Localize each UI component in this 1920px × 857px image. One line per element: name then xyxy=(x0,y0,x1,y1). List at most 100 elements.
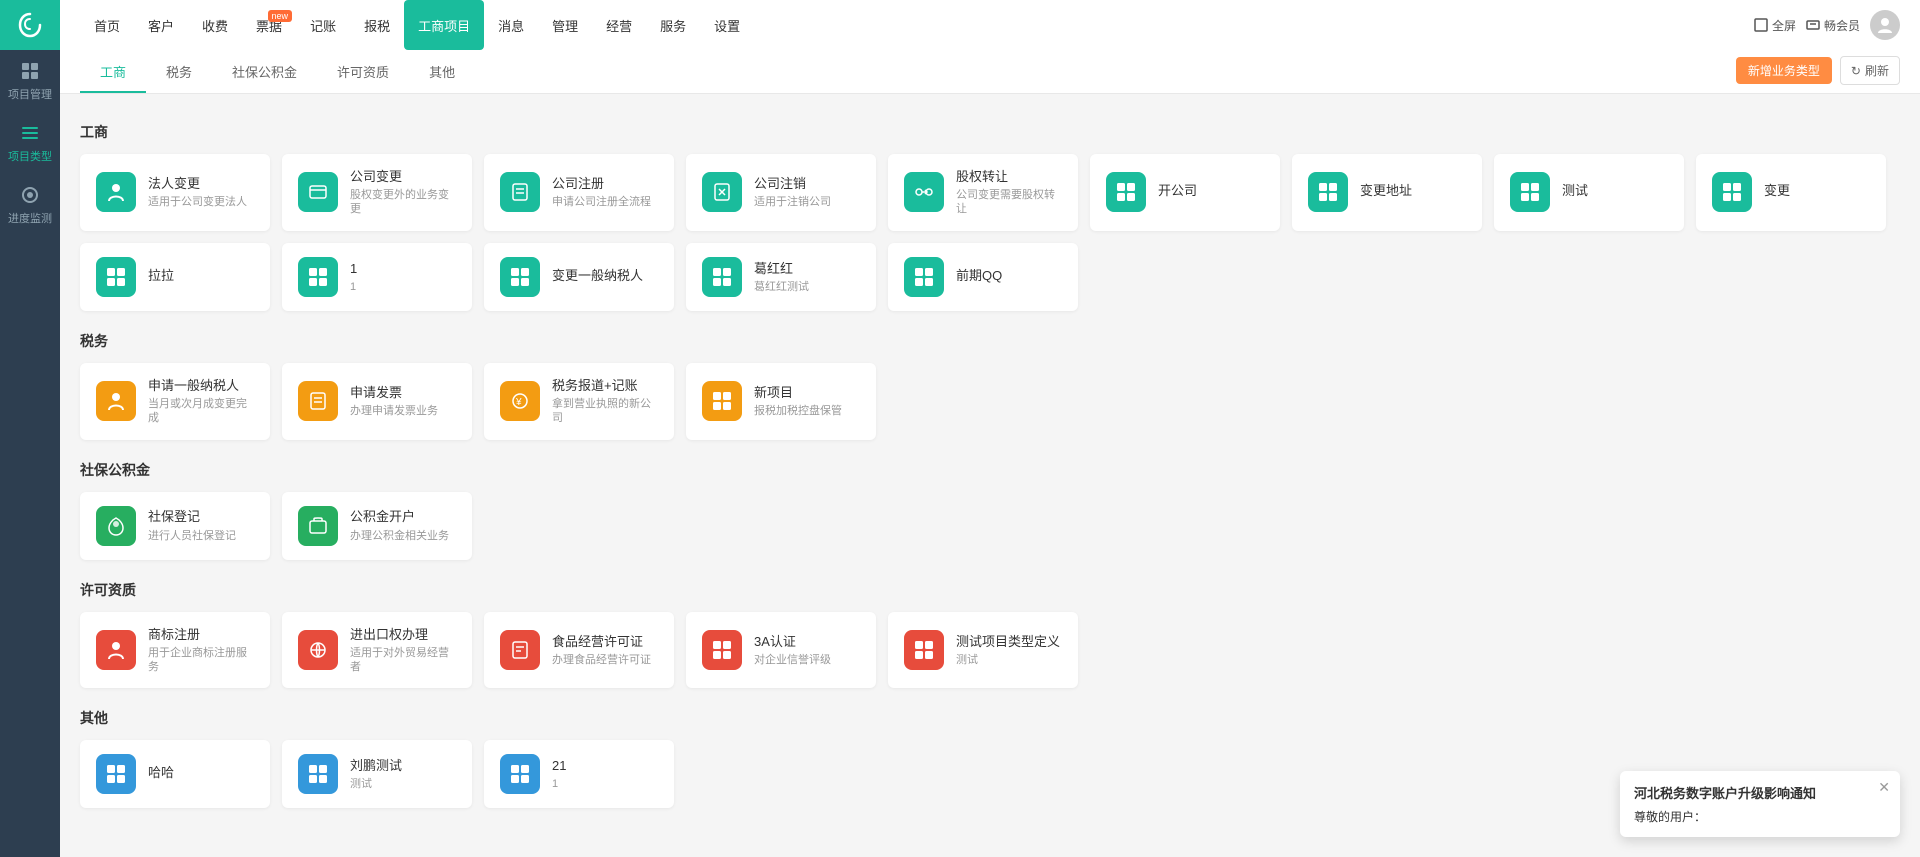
card-desc-test-project-type: 测试 xyxy=(956,653,1060,667)
sidebar-item-project-mgmt[interactable]: 项目管理 xyxy=(0,50,60,112)
card-desc-legal-change: 适用于公司变更法人 xyxy=(148,195,247,209)
card-icon-twenty-one xyxy=(500,754,540,794)
card-title-trademark-reg: 商标注册 xyxy=(148,626,254,644)
card-apply-invoice[interactable]: 申请发票 办理申请发票业务 xyxy=(282,363,472,440)
card-icon-test xyxy=(1510,172,1550,212)
card-company-register[interactable]: 公司注册 申请公司注册全流程 xyxy=(484,154,674,231)
tab-social[interactable]: 社保公积金 xyxy=(212,50,317,93)
card-3a-cert[interactable]: 3A认证 对企业信誉评级 xyxy=(686,612,876,689)
card-desc-apply-taxpayer: 当月或次月成变更完成 xyxy=(148,397,254,426)
card-company-cancel[interactable]: 公司注销 适用于注销公司 xyxy=(686,154,876,231)
card-icon-gehonghong xyxy=(702,257,742,297)
card-title-one: 1 xyxy=(350,260,357,278)
fullscreen-label: 全屏 xyxy=(1772,17,1796,34)
refresh-icon: ↻ xyxy=(1851,64,1861,78)
card-test[interactable]: 测试 xyxy=(1494,154,1684,231)
nav-service[interactable]: 服务 xyxy=(646,0,700,50)
card-change[interactable]: 变更 xyxy=(1696,154,1886,231)
card-company-change[interactable]: 公司变更 股权变更外的业务变更 xyxy=(282,154,472,231)
card-legal-change[interactable]: 法人变更 适用于公司变更法人 xyxy=(80,154,270,231)
sidebar-item-progress-monitor[interactable]: 进度监测 xyxy=(0,174,60,236)
card-title-new-project: 新项目 xyxy=(754,384,842,402)
card-fund-open[interactable]: 公积金开户 办理公积金相关业务 xyxy=(282,492,472,560)
new-type-button[interactable]: 新增业务类型 xyxy=(1736,57,1832,84)
card-title-lala: 拉拉 xyxy=(148,267,174,285)
avatar[interactable] xyxy=(1870,10,1900,40)
card-title-apply-taxpayer: 申请一般纳税人 xyxy=(148,377,254,395)
main-area: 首页 客户 收费 票据 new 记账 报税 工商项目 消息 管理 经营 服务 设… xyxy=(60,0,1920,857)
tab-bar-right: 新增业务类型 ↻ 刷新 xyxy=(1736,56,1900,93)
notification-popup: ✕ 河北税务数字账户升级影响通知 尊敬的用户： xyxy=(1620,771,1900,837)
card-haha[interactable]: 哈哈 xyxy=(80,740,270,808)
card-desc-trademark-reg: 用于企业商标注册服务 xyxy=(148,646,254,675)
card-gehonghong[interactable]: 葛红红 葛红红测试 xyxy=(686,243,876,311)
card-icon-legal-change xyxy=(96,172,136,212)
tab-license[interactable]: 许可资质 xyxy=(317,50,409,93)
card-icon-trademark-reg xyxy=(96,630,136,670)
fullscreen-button[interactable]: 全屏 xyxy=(1754,17,1796,34)
card-title-equity-transfer: 股权转让 xyxy=(956,168,1062,186)
card-icon-social-register xyxy=(96,506,136,546)
progress-monitor-icon xyxy=(19,184,41,206)
card-change-taxpayer[interactable]: 变更一般纳税人 xyxy=(484,243,674,311)
card-title-apply-invoice: 申请发票 xyxy=(350,384,438,402)
tab-industry[interactable]: 工商 xyxy=(80,50,146,93)
card-trademark-reg[interactable]: 商标注册 用于企业商标注册服务 xyxy=(80,612,270,689)
card-twenty-one[interactable]: 21 1 xyxy=(484,740,674,808)
card-social-register[interactable]: 社保登记 进行人员社保登记 xyxy=(80,492,270,560)
card-desc-liupeng-test: 测试 xyxy=(350,777,402,791)
sidebar-item-progress-monitor-label: 进度监测 xyxy=(8,210,52,226)
nav-home[interactable]: 首页 xyxy=(80,0,134,50)
card-change-address[interactable]: 变更地址 xyxy=(1292,154,1482,231)
nav-message[interactable]: 消息 xyxy=(484,0,538,50)
card-food-license[interactable]: 食品经营许可证 办理食品经营许可证 xyxy=(484,612,674,689)
member-button[interactable]: 畅会员 xyxy=(1806,17,1860,34)
card-title-open-company: 开公司 xyxy=(1158,182,1197,200)
card-icon-apply-invoice xyxy=(298,381,338,421)
card-icon-pre-qq xyxy=(904,257,944,297)
card-desc-new-project: 报税加税控盘保管 xyxy=(754,404,842,418)
card-import-export[interactable]: 进出口权办理 适用于对外贸易经营者 xyxy=(282,612,472,689)
card-icon-one xyxy=(298,257,338,297)
card-apply-taxpayer[interactable]: 申请一般纳税人 当月或次月成变更完成 xyxy=(80,363,270,440)
section-title-other: 其他 xyxy=(80,708,1900,728)
nav-industry[interactable]: 工商项目 xyxy=(404,0,484,50)
card-tax-bookkeeping[interactable]: ¥ 税务报道+记账 拿到营业执照的新公司 xyxy=(484,363,674,440)
notification-close-button[interactable]: ✕ xyxy=(1878,779,1890,796)
nav-bookkeeping[interactable]: 记账 xyxy=(296,0,350,50)
card-desc-3a-cert: 对企业信誉评级 xyxy=(754,653,831,667)
card-equity-transfer[interactable]: 股权转让 公司变更需要股权转让 xyxy=(888,154,1078,231)
refresh-button[interactable]: ↻ 刷新 xyxy=(1840,56,1900,85)
card-icon-company-register xyxy=(500,172,540,212)
cards-grid-social: 社保登记 进行人员社保登记 公积金开户 办理公积金相关业务 xyxy=(80,492,1900,560)
card-title-twenty-one: 21 xyxy=(552,757,566,775)
card-new-project[interactable]: 新项目 报税加税控盘保管 xyxy=(686,363,876,440)
nav-client[interactable]: 客户 xyxy=(134,0,188,50)
tab-other[interactable]: 其他 xyxy=(409,50,475,93)
nav-tax[interactable]: 报税 xyxy=(350,0,404,50)
nav-management[interactable]: 管理 xyxy=(538,0,592,50)
card-title-change: 变更 xyxy=(1764,182,1790,200)
cards-grid-license: 商标注册 用于企业商标注册服务 进出口权办理 适用于对外贸易经营者 xyxy=(80,612,1900,689)
card-title-import-export: 进出口权办理 xyxy=(350,626,456,644)
tab-tax[interactable]: 税务 xyxy=(146,50,212,93)
sidebar-item-project-type[interactable]: 项目类型 xyxy=(0,112,60,174)
ticket-badge: new xyxy=(268,10,293,22)
logo[interactable] xyxy=(0,0,60,50)
card-desc-food-license: 办理食品经营许可证 xyxy=(552,653,651,667)
card-title-3a-cert: 3A认证 xyxy=(754,633,831,651)
card-desc-import-export: 适用于对外贸易经营者 xyxy=(350,646,456,675)
card-test-project-type[interactable]: 测试项目类型定义 测试 xyxy=(888,612,1078,689)
nav-billing[interactable]: 收费 xyxy=(188,0,242,50)
card-open-company[interactable]: 开公司 xyxy=(1090,154,1280,231)
card-icon-liupeng-test xyxy=(298,754,338,794)
card-liupeng-test[interactable]: 刘鹏测试 测试 xyxy=(282,740,472,808)
section-title-tax: 税务 xyxy=(80,331,1900,351)
card-title-liupeng-test: 刘鹏测试 xyxy=(350,757,402,775)
nav-ticket[interactable]: 票据 new xyxy=(242,0,296,50)
card-lala[interactable]: 拉拉 xyxy=(80,243,270,311)
nav-settings[interactable]: 设置 xyxy=(700,0,754,50)
card-one[interactable]: 1 1 xyxy=(282,243,472,311)
card-pre-qq[interactable]: 前期QQ xyxy=(888,243,1078,311)
nav-operation[interactable]: 经营 xyxy=(592,0,646,50)
